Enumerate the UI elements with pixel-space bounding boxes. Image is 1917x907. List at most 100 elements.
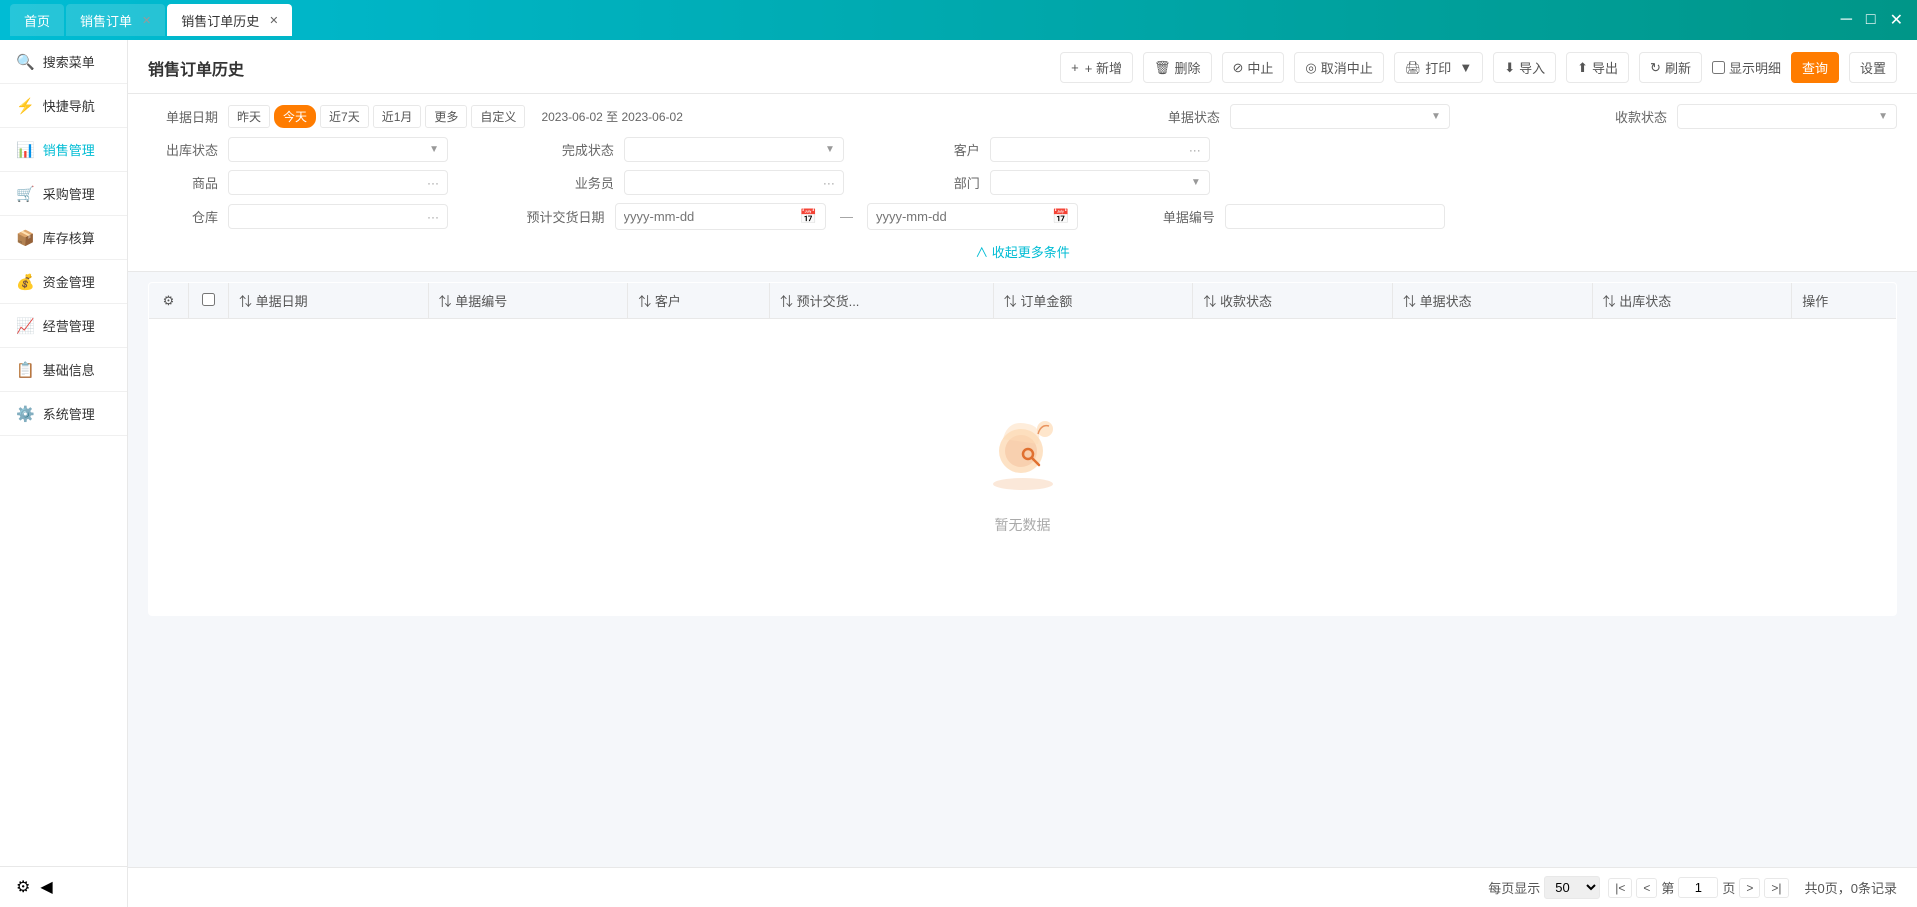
display-toggle-checkbox[interactable] [1712, 61, 1725, 74]
sidebar-item-purchase[interactable]: 🛒 采购管理 [0, 172, 127, 216]
prev-page-button[interactable]: < [1636, 878, 1657, 898]
minimize-button[interactable]: ─ [1837, 7, 1856, 33]
delivery-date-from-input[interactable] [624, 209, 800, 224]
last-page-button[interactable]: >| [1764, 878, 1788, 898]
warehouse-input[interactable] [237, 209, 427, 224]
tab-sales-order-history[interactable]: 销售订单历史 ✕ [167, 4, 292, 36]
per-page-select[interactable]: 50 10 20 100 [1544, 876, 1600, 899]
payment-status-input[interactable] [1686, 109, 1878, 124]
col-amount-label: ⇅ 订单金额 [1004, 294, 1073, 309]
delivery-date-to-filter[interactable]: 📅 [867, 203, 1078, 230]
delivery-date-to-input[interactable] [876, 209, 1052, 224]
department-filter[interactable]: ▼ [990, 170, 1210, 195]
goods-filter[interactable]: ··· [228, 170, 448, 195]
sidebar-item-operation[interactable]: 📈 经营管理 [0, 304, 127, 348]
sidebar-item-inventory-label: 库存核算 [43, 228, 95, 247]
order-number-filter[interactable] [1225, 204, 1445, 229]
per-page: 每页显示 50 10 20 100 [1488, 876, 1600, 899]
collapse-sidebar-icon[interactable]: ◀ [40, 877, 52, 897]
close-button[interactable]: ✕ [1886, 6, 1907, 34]
customer-input[interactable] [999, 142, 1189, 157]
salesperson-filter[interactable]: ··· [624, 170, 844, 195]
refresh-icon: ↻ [1650, 60, 1661, 76]
col-delivery-status[interactable]: ⇅ 出库状态 [1592, 283, 1792, 319]
sidebar-item-capital[interactable]: 💰 资金管理 [0, 260, 127, 304]
select-all-checkbox[interactable] [202, 293, 215, 306]
print-button[interactable]: 🖨 打印 ▼ [1394, 52, 1483, 83]
page-number-input[interactable] [1678, 877, 1718, 898]
date-btn-7days[interactable]: 近7天 [320, 105, 369, 128]
warehouse-filter[interactable]: ··· [228, 204, 448, 229]
first-page-button[interactable]: |< [1608, 878, 1632, 898]
calendar-from-icon[interactable]: 📅 [800, 208, 817, 225]
payment-status-filter[interactable]: ▼ [1677, 104, 1897, 129]
delivery-date-from-filter[interactable]: 📅 [615, 203, 826, 230]
order-number-input[interactable] [1234, 209, 1436, 224]
date-btn-today[interactable]: 今天 [274, 105, 316, 128]
sidebar-item-inventory[interactable]: 📦 库存核算 [0, 216, 127, 260]
calendar-to-icon[interactable]: 📅 [1052, 208, 1069, 225]
date-btn-yesterday[interactable]: 昨天 [228, 105, 270, 128]
date-btn-1month[interactable]: 近1月 [373, 105, 422, 128]
system-icon: ⚙️ [16, 405, 35, 423]
col-checkbox[interactable] [189, 283, 229, 319]
collapse-label: ∧ 收起更多条件 [975, 242, 1070, 261]
import-button[interactable]: ⬇ 导入 [1493, 52, 1556, 83]
collapse-row[interactable]: ∧ 收起更多条件 [148, 238, 1897, 261]
stop-button[interactable]: ⊘ 中止 [1222, 52, 1285, 83]
date-separator: — [840, 209, 853, 224]
col-settings[interactable]: ⚙ [149, 283, 189, 319]
purchase-icon: 🛒 [16, 185, 35, 203]
sidebar-item-operation-label: 经营管理 [43, 316, 95, 335]
goods-ellipsis-icon: ··· [427, 176, 439, 190]
empty-icon [973, 399, 1073, 499]
completion-status-filter[interactable]: ▼ [624, 137, 844, 162]
order-status-filter[interactable]: ▼ [1230, 104, 1450, 129]
goods-input[interactable] [237, 175, 427, 190]
settings-button[interactable]: 设置 [1849, 52, 1897, 83]
delete-button[interactable]: 🗑 删除 [1143, 52, 1212, 83]
query-button[interactable]: 查询 [1791, 52, 1839, 83]
new-button[interactable]: + + 新增 [1060, 52, 1133, 83]
export-button[interactable]: ⬆ 导出 [1566, 52, 1629, 83]
tab-sales-order-close[interactable]: ✕ [142, 14, 151, 27]
col-number[interactable]: ⇅ 单据编号 [428, 283, 628, 319]
delivery-status-filter[interactable]: ▼ [228, 137, 448, 162]
delivery-status-input[interactable] [237, 142, 429, 157]
date-btn-custom[interactable]: 自定义 [471, 105, 525, 128]
salesperson-input[interactable] [633, 175, 823, 190]
tab-sales-order[interactable]: 销售订单 ✕ [66, 4, 165, 36]
department-input[interactable] [999, 175, 1191, 190]
col-amount[interactable]: ⇅ 订单金额 [993, 283, 1193, 319]
sidebar-item-system[interactable]: ⚙️ 系统管理 [0, 392, 127, 436]
col-delivery-date[interactable]: ⇅ 预计交货... [769, 283, 993, 319]
filter-row-1: 单据日期 昨天 今天 近7天 近1月 更多 自定义 2023-06-02 至 2… [148, 104, 1897, 129]
cancel-stop-button[interactable]: ◎ 取消中止 [1294, 52, 1383, 83]
data-table: ⚙ ⇅ 单据日期 ⇅ 单据编号 ⇅ 客户 ⇅ 预计交货... [148, 282, 1897, 616]
completion-status-input[interactable] [633, 142, 825, 157]
tab-sales-order-history-close[interactable]: ✕ [269, 14, 278, 27]
col-order-status[interactable]: ⇅ 单据状态 [1392, 283, 1592, 319]
sidebar-item-search[interactable]: 🔍 搜索菜单 [0, 40, 127, 84]
stop-label: 中止 [1247, 58, 1273, 77]
col-payment-status[interactable]: ⇅ 收款状态 [1193, 283, 1393, 319]
tab-home[interactable]: 首页 [10, 4, 64, 36]
import-icon: ⬇ [1504, 60, 1515, 76]
department-arrow-icon: ▼ [1191, 177, 1201, 188]
date-btn-more[interactable]: 更多 [425, 105, 467, 128]
order-status-input[interactable] [1239, 109, 1431, 124]
col-customer[interactable]: ⇅ 客户 [628, 283, 770, 319]
export-icon: ⬆ [1577, 60, 1588, 76]
col-date[interactable]: ⇅ 单据日期 [229, 283, 429, 319]
display-toggle[interactable]: 显示明细 [1712, 58, 1781, 77]
print-label: 打印 [1425, 58, 1451, 77]
next-page-button[interactable]: > [1739, 878, 1760, 898]
sidebar-item-basic-info[interactable]: 📋 基础信息 [0, 348, 127, 392]
maximize-button[interactable]: □ [1862, 7, 1880, 33]
sidebar-item-sales[interactable]: 📊 销售管理 [0, 128, 127, 172]
per-page-label: 每页显示 [1488, 878, 1540, 897]
refresh-button[interactable]: ↻ 刷新 [1639, 52, 1702, 83]
settings-bottom-icon[interactable]: ⚙ [16, 877, 30, 897]
customer-filter[interactable]: ··· [990, 137, 1210, 162]
sidebar-item-quick-nav[interactable]: ⚡ 快捷导航 [0, 84, 127, 128]
